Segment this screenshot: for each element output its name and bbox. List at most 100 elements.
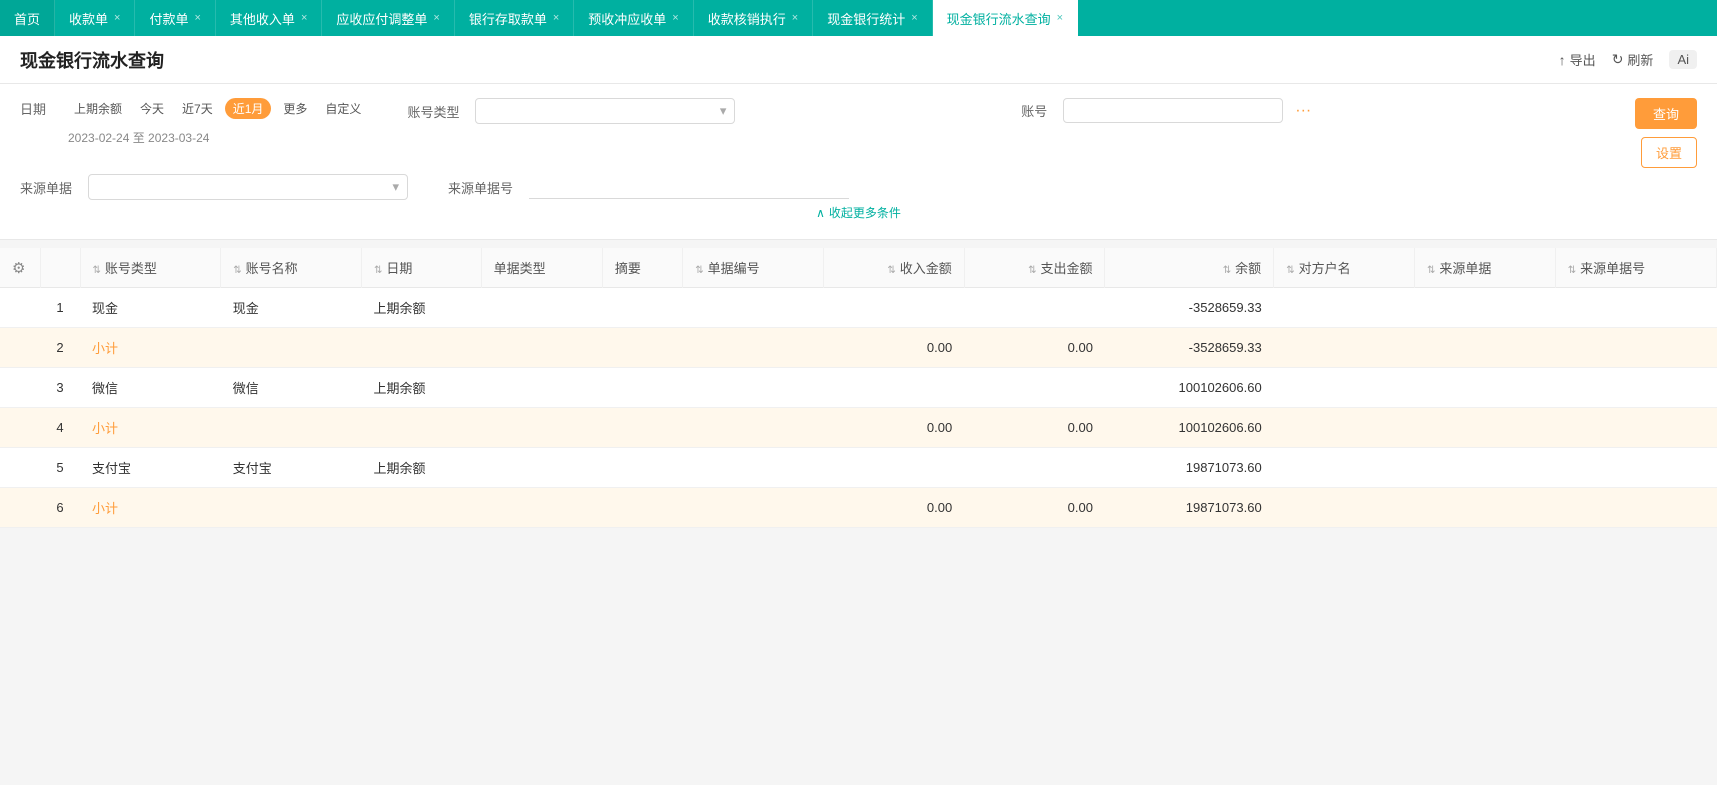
income-cell: 0.00 [823,328,964,368]
collapse-bar[interactable]: ∧ 收起更多条件 [20,200,1697,229]
source-doc-num-input[interactable] [529,175,849,199]
col-num [40,248,80,288]
date-btn-1month[interactable]: 近1月 [225,98,272,119]
close-icon[interactable]: × [792,12,798,24]
counterparty-cell [1274,408,1415,448]
doc-type-cell [481,368,602,408]
table-settings-icon[interactable]: ⚙ [12,260,25,277]
balance-cell: 19871073.60 [1105,488,1274,528]
counterparty-cell [1274,488,1415,528]
settings-button[interactable]: 设置 [1641,137,1697,168]
nav-item-bank-deposit[interactable]: 银行存取款单× [455,0,574,36]
row-num: 5 [40,448,80,488]
col-income[interactable]: ⇅收入金额 [823,248,964,288]
account-input[interactable] [1063,98,1283,123]
counterparty-cell [1274,368,1415,408]
col-doc-no[interactable]: ⇅单据编号 [683,248,824,288]
close-icon[interactable]: × [433,12,439,24]
source-doc-no-cell [1555,328,1716,368]
date-cell [362,408,482,448]
row-num: 2 [40,328,80,368]
nav-item-other-income[interactable]: 其他收入单× [216,0,322,36]
account-type-select[interactable]: ▾ [475,98,735,124]
account-type-cell: 小计 [80,408,221,448]
date-label: 日期 [20,99,60,118]
date-filter-group: 日期 上期余额 今天 近7天 近1月 更多 自定义 2023-02-24 至 2… [20,98,367,146]
close-icon[interactable]: × [194,12,200,24]
source-doc-num-label: 来源单据号 [448,178,513,197]
income-cell: 0.00 [823,408,964,448]
col-account-name[interactable]: ⇅账号名称 [221,248,362,288]
expense-cell [964,288,1105,328]
account-type-filter: 账号类型 ▾ [407,98,981,124]
top-navigation: 首页收款单×付款单×其他收入单×应收应付调整单×银行存取款单×预收冲应收单×收款… [0,0,1717,36]
col-account-type[interactable]: ⇅账号类型 [80,248,221,288]
export-button[interactable]: ↑ 导出 [1559,50,1596,69]
counterparty-cell [1274,448,1415,488]
col-expense[interactable]: ⇅支出金额 [964,248,1105,288]
account-more-btn[interactable]: ··· [1295,102,1311,120]
close-icon[interactable]: × [553,12,559,24]
date-options: 上期余额 今天 近7天 近1月 更多 自定义 [68,98,367,119]
account-name-cell: 支付宝 [221,448,362,488]
nav-item-cash-stats[interactable]: 现金银行统计× [813,0,932,36]
expense-cell [964,448,1105,488]
source-doc-cell [1414,408,1555,448]
nav-item-writeoff[interactable]: 收款核销执行× [694,0,813,36]
date-btn-today[interactable]: 今天 [134,98,170,119]
account-type-label: 账号类型 [407,102,459,121]
source-doc-select[interactable]: ▾ [88,174,408,200]
nav-item-cash-flow[interactable]: 现金银行流水查询× [933,0,1078,36]
account-name-cell [221,488,362,528]
source-doc-cell [1414,488,1555,528]
query-button[interactable]: 查询 [1635,98,1697,129]
summary-cell [602,408,682,448]
doc-type-cell [481,328,602,368]
table-row: 5支付宝支付宝上期余额19871073.60 [0,448,1717,488]
table-row: 2小计0.000.00-3528659.33 [0,328,1717,368]
nav-item-prepaid[interactable]: 预收冲应收单× [574,0,693,36]
col-source-doc[interactable]: ⇅来源单据 [1414,248,1555,288]
row-settings-cell [0,408,40,448]
date-btn-yesterday[interactable]: 上期余额 [68,98,128,119]
source-doc-no-cell [1555,488,1716,528]
close-icon[interactable]: × [1057,12,1063,24]
collapse-label: 收起更多条件 [829,204,901,221]
source-doc-no-cell [1555,448,1716,488]
balance-cell: 19871073.60 [1105,448,1274,488]
income-cell: 0.00 [823,488,964,528]
row-settings-cell [0,448,40,488]
date-btn-7days[interactable]: 近7天 [176,98,219,119]
balance-cell: -3528659.33 [1105,328,1274,368]
income-cell [823,368,964,408]
row-num: 4 [40,408,80,448]
close-icon[interactable]: × [672,12,678,24]
date-btn-custom[interactable]: 自定义 [319,98,367,119]
doc-no-cell [683,408,824,448]
col-source-doc-no[interactable]: ⇅来源单据号 [1555,248,1716,288]
refresh-button[interactable]: ↻ 刷新 [1612,50,1654,69]
close-icon[interactable]: × [911,12,917,24]
nav-item-home[interactable]: 首页 [0,0,55,36]
col-balance[interactable]: ⇅余额 [1105,248,1274,288]
account-type-cell: 微信 [80,368,221,408]
close-icon[interactable]: × [301,12,307,24]
nav-item-payment[interactable]: 付款单× [135,0,215,36]
balance-cell: 100102606.60 [1105,368,1274,408]
date-cell: 上期余额 [362,368,482,408]
col-counterparty[interactable]: ⇅对方户名 [1274,248,1415,288]
nav-item-ar-adjust[interactable]: 应收应付调整单× [322,0,454,36]
col-date[interactable]: ⇅日期 [362,248,482,288]
account-type-cell: 小计 [80,488,221,528]
doc-type-cell [481,448,602,488]
expense-cell [964,368,1105,408]
account-name-cell [221,328,362,368]
table-row: 4小计0.000.00100102606.60 [0,408,1717,448]
close-icon[interactable]: × [114,12,120,24]
source-doc-cell [1414,368,1555,408]
date-btn-more[interactable]: 更多 [277,98,313,119]
account-name-cell [221,408,362,448]
nav-item-receipt[interactable]: 收款单× [55,0,135,36]
ai-button[interactable]: Ai [1669,50,1697,69]
export-icon: ↑ [1559,52,1566,68]
